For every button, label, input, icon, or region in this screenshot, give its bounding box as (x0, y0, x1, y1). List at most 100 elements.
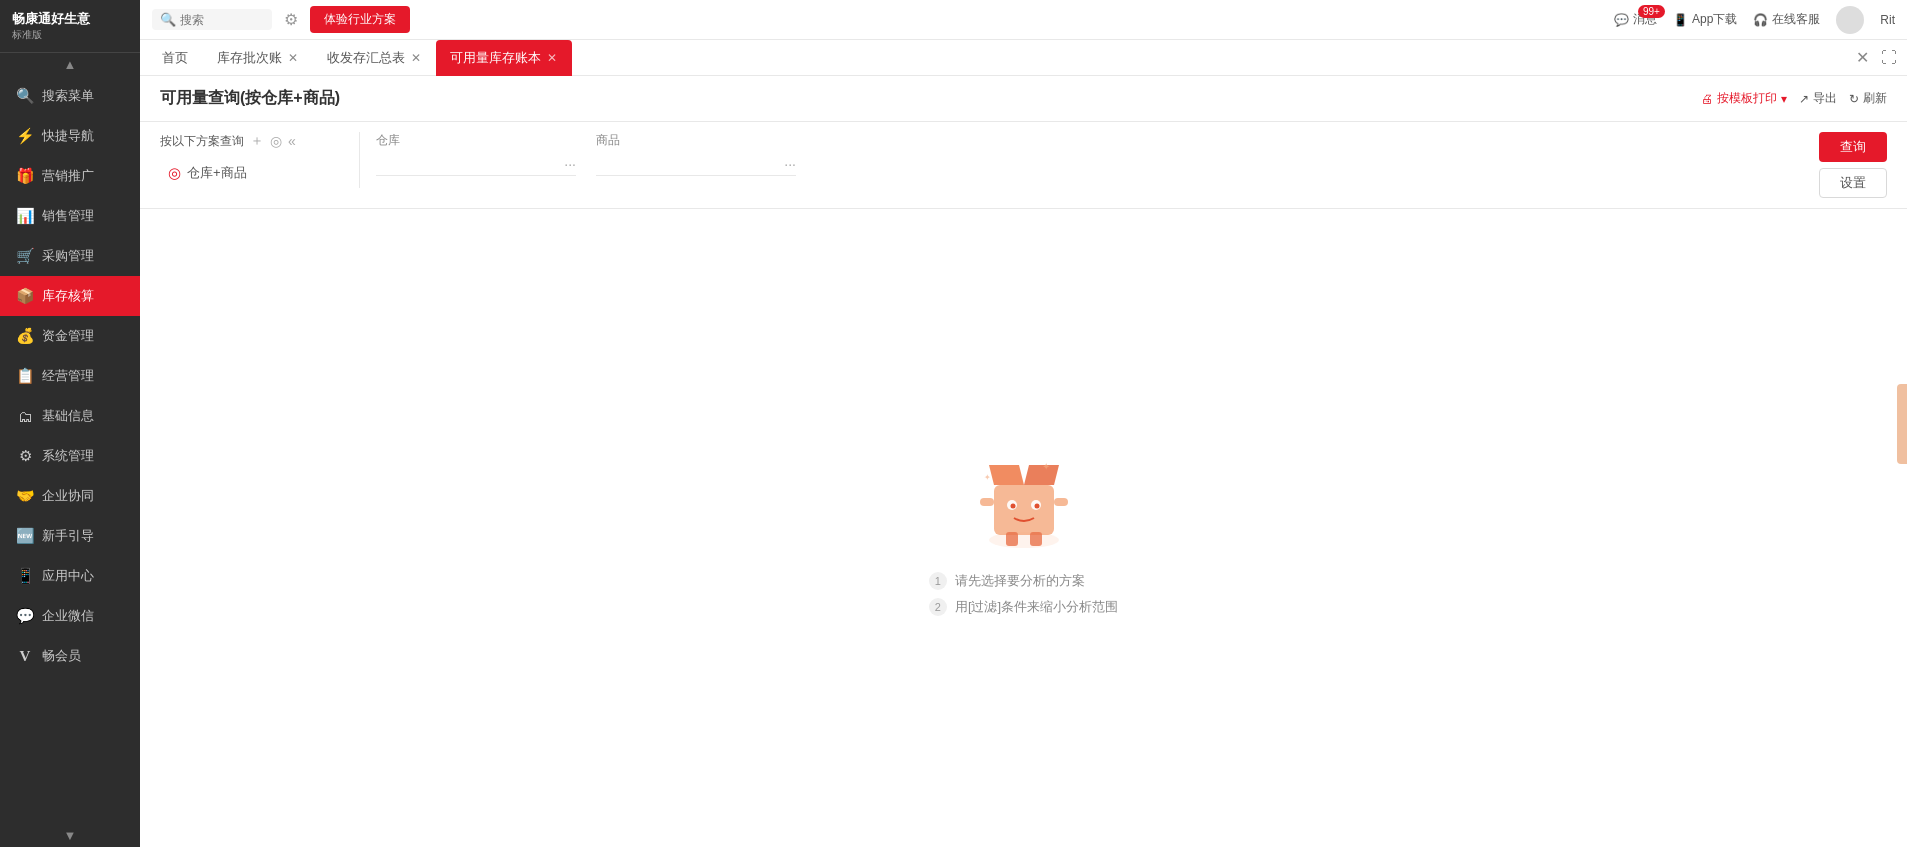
filter-scheme-panel: 按以下方案查询 ＋ ◎ « ◎ 仓库+商品 (160, 132, 360, 188)
svg-rect-8 (980, 498, 994, 506)
topbar-right: 💬 消息 99+ 📱 App下载 🎧 在线客服 Rit (1614, 6, 1895, 34)
empty-state: ✦ ✦ 1 请先选择要分析的方案 2 用[过滤]条件来缩小分析范围 (140, 209, 1907, 847)
customer-service-btn[interactable]: 🎧 在线客服 (1753, 11, 1820, 28)
add-scheme-btn[interactable]: ＋ (250, 132, 264, 150)
sidebar-item-inventory[interactable]: 📦 库存核算 (0, 276, 140, 316)
app-name: 畅康通好生意 (12, 10, 128, 28)
refresh-btn[interactable]: ↻ 刷新 (1849, 90, 1887, 107)
sidebar-item-marketing[interactable]: 🎁 营销推广 (0, 156, 140, 196)
export-icon: ↗ (1799, 92, 1809, 106)
sidebar-item-label: 基础信息 (42, 407, 94, 425)
member-icon: V (16, 648, 34, 665)
svg-point-7 (1034, 504, 1039, 509)
close-icon[interactable]: ✕ (288, 51, 298, 65)
tip-num-2: 2 (929, 598, 947, 616)
search-input[interactable] (180, 13, 260, 27)
goods-more-icon[interactable]: ··· (784, 156, 796, 172)
dropdown-icon[interactable]: ▾ (1781, 92, 1787, 106)
message-btn[interactable]: 💬 消息 99+ (1614, 11, 1657, 28)
app-download-btn[interactable]: 📱 App下载 (1673, 11, 1737, 28)
topbar-search-box[interactable]: 🔍 (152, 9, 272, 30)
scheme-item-warehouse-goods[interactable]: ◎ 仓库+商品 (160, 158, 347, 188)
basic-icon: 🗂 (16, 408, 34, 425)
sidebar-item-enterprise[interactable]: 🤝 企业协同 (0, 476, 140, 516)
page-header-actions: 🖨 按模板打印 ▾ ↗ 导出 ↻ 刷新 (1701, 90, 1887, 107)
sidebar-item-wechat[interactable]: 💬 企业微信 (0, 596, 140, 636)
export-btn[interactable]: ↗ 导出 (1799, 90, 1837, 107)
warehouse-filter-field: 仓库 ··· (376, 132, 576, 176)
sidebar: 畅康通好生意 标准版 ▲ 🔍 搜索菜单 ⚡ 快捷导航 🎁 营销推广 📊 销售管理… (0, 0, 140, 847)
tip-text-2: 用[过滤]条件来缩小分析范围 (955, 598, 1118, 616)
svg-marker-2 (989, 465, 1024, 485)
export-label: 导出 (1813, 90, 1837, 107)
warehouse-more-icon[interactable]: ··· (564, 156, 576, 172)
sidebar-item-member[interactable]: V 畅会员 (0, 636, 140, 676)
service-label: 在线客服 (1772, 11, 1820, 28)
refresh-icon: ↻ (1849, 92, 1859, 106)
sidebar-item-search[interactable]: 🔍 搜索菜单 (0, 76, 140, 116)
empty-tip-1: 1 请先选择要分析的方案 (929, 572, 1118, 590)
sidebar-logo: 畅康通好生意 标准版 (0, 0, 140, 53)
right-scroll-handle[interactable] (1897, 384, 1907, 464)
svg-rect-10 (1006, 532, 1018, 546)
newbie-icon: 🆕 (16, 527, 34, 545)
sidebar-item-finance[interactable]: 💰 资金管理 (0, 316, 140, 356)
sidebar-item-system[interactable]: ⚙ 系统管理 (0, 436, 140, 476)
message-badge: 99+ (1638, 5, 1665, 18)
warehouse-input-wrap: ··· (376, 153, 576, 176)
username-label[interactable]: Rit (1880, 13, 1895, 27)
refresh-label: 刷新 (1863, 90, 1887, 107)
sidebar-item-label: 搜索菜单 (42, 87, 94, 105)
headset-icon: 🎧 (1753, 13, 1768, 27)
sidebar-item-purchase[interactable]: 🛒 采购管理 (0, 236, 140, 276)
settings-scheme-btn[interactable]: ◎ (270, 133, 282, 149)
scheme-item-label: 仓库+商品 (187, 164, 247, 182)
tab-available-account-label: 可用量库存账本 (450, 49, 541, 67)
template-print-label: 按模板打印 (1717, 90, 1777, 107)
tabs-bar: 首页 库存批次账 ✕ 收发存汇总表 ✕ 可用量库存账本 ✕ ✕ ⛶ (140, 40, 1907, 76)
page-title: 可用量查询(按仓库+商品) (160, 88, 340, 109)
gear-icon[interactable]: ⚙ (280, 6, 302, 33)
tab-batch-account[interactable]: 库存批次账 ✕ (203, 40, 313, 76)
sidebar-item-app-center[interactable]: 📱 应用中心 (0, 556, 140, 596)
sidebar-item-operation[interactable]: 📋 经营管理 (0, 356, 140, 396)
avatar[interactable] (1836, 6, 1864, 34)
sidebar-scroll: 🔍 搜索菜单 ⚡ 快捷导航 🎁 营销推广 📊 销售管理 🛒 采购管理 📦 库存核… (0, 76, 140, 824)
sidebar-item-shortcut[interactable]: ⚡ 快捷导航 (0, 116, 140, 156)
svg-text:✦: ✦ (1042, 461, 1050, 472)
sidebar-item-basic[interactable]: 🗂 基础信息 (0, 396, 140, 436)
industry-btn[interactable]: 体验行业方案 (310, 6, 410, 33)
empty-tips: 1 请先选择要分析的方案 2 用[过滤]条件来缩小分析范围 (929, 572, 1118, 616)
scroll-down-arrow[interactable]: ▼ (0, 824, 140, 847)
search-icon: 🔍 (16, 87, 34, 105)
filter-settings-btn[interactable]: 设置 (1819, 168, 1887, 198)
filter-right: 仓库 ··· 商品 ··· 查询 设置 (360, 132, 1887, 198)
template-print-btn[interactable]: 🖨 按模板打印 ▾ (1701, 90, 1787, 107)
goods-input-wrap: ··· (596, 153, 796, 176)
scroll-up-arrow[interactable]: ▲ (0, 53, 140, 76)
tab-home-label: 首页 (162, 49, 188, 67)
query-btn[interactable]: 查询 (1819, 132, 1887, 162)
print-icon: 🖨 (1701, 92, 1713, 106)
close-icon[interactable]: ✕ (411, 51, 421, 65)
sidebar-item-sales[interactable]: 📊 销售管理 (0, 196, 140, 236)
tab-recv-summary[interactable]: 收发存汇总表 ✕ (313, 40, 436, 76)
tab-available-account[interactable]: 可用量库存账本 ✕ (436, 40, 572, 76)
close-all-tabs-btn[interactable]: ✕ (1854, 46, 1871, 69)
sales-icon: 📊 (16, 207, 34, 225)
warehouse-input[interactable] (376, 157, 564, 172)
empty-tip-2: 2 用[过滤]条件来缩小分析范围 (929, 598, 1118, 616)
sidebar-item-label: 经营管理 (42, 367, 94, 385)
goods-input[interactable] (596, 157, 784, 172)
app-version: 标准版 (12, 28, 128, 42)
sidebar-item-label: 资金管理 (42, 327, 94, 345)
tab-home[interactable]: 首页 (148, 40, 203, 76)
expand-btn[interactable]: ⛶ (1879, 47, 1899, 69)
close-icon[interactable]: ✕ (547, 51, 557, 65)
goods-label: 商品 (596, 132, 796, 149)
collapse-btn[interactable]: « (288, 133, 296, 149)
phone-icon: 📱 (1673, 13, 1688, 27)
sidebar-item-newbie[interactable]: 🆕 新手引导 (0, 516, 140, 556)
app-center-icon: 📱 (16, 567, 34, 585)
scheme-label: 按以下方案查询 (160, 133, 244, 150)
